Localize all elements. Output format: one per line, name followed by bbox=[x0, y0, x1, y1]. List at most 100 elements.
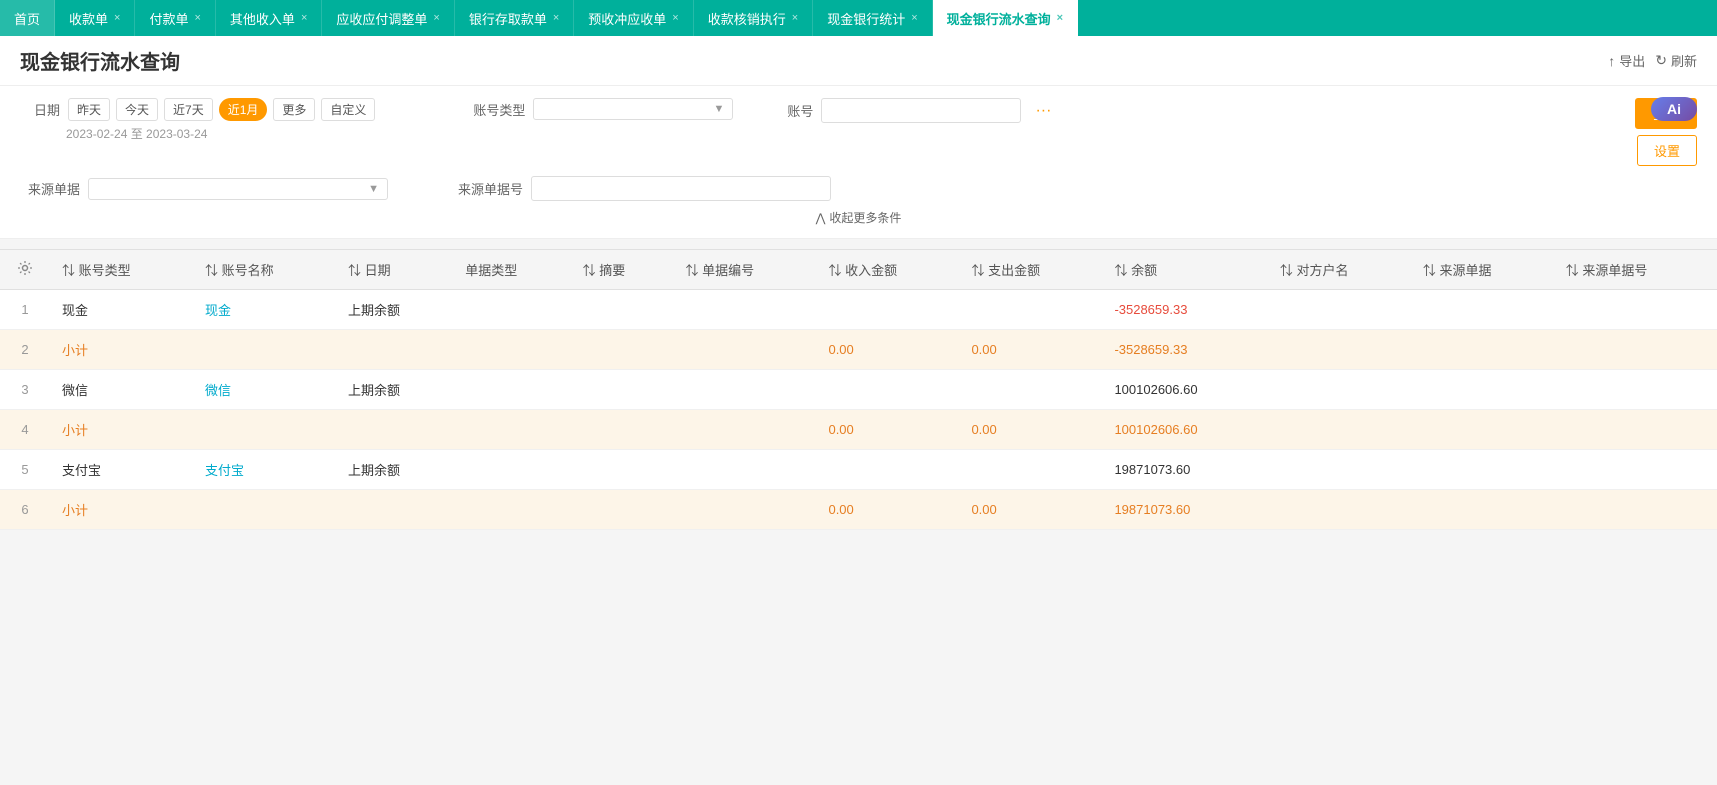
date-more[interactable]: 更多 bbox=[273, 98, 315, 121]
table-row: 4 小计 0.00 0.00 100102606.60 bbox=[0, 410, 1717, 450]
cell-summary bbox=[571, 330, 674, 370]
cell-expense: 0.00 bbox=[959, 330, 1102, 370]
nav-payment[interactable]: 付款单 × bbox=[135, 0, 215, 36]
ai-badge[interactable]: Ai bbox=[1651, 97, 1697, 121]
nav-advance-offset[interactable]: 预收冲应收单 × bbox=[574, 0, 693, 36]
cell-source-doc bbox=[1411, 370, 1554, 410]
nav-adjustment[interactable]: 应收应付调整单 × bbox=[322, 0, 454, 36]
date-custom[interactable]: 自定义 bbox=[321, 98, 375, 121]
nav-writeoff[interactable]: 收款核销执行 × bbox=[694, 0, 813, 36]
cell-source-doc bbox=[1411, 490, 1554, 530]
date-today[interactable]: 今天 bbox=[116, 98, 158, 121]
cell-id: 3 bbox=[0, 370, 50, 410]
refresh-button[interactable]: ↻ 刷新 bbox=[1655, 51, 1697, 70]
account-type-label: 账号类型 bbox=[465, 100, 525, 119]
cell-date bbox=[336, 330, 453, 370]
th-account-name[interactable]: ⇅ 账号名称 bbox=[193, 250, 336, 290]
collapse-icon: ⋀ bbox=[816, 211, 826, 225]
cell-source-doc bbox=[1411, 410, 1554, 450]
close-bank-stats-icon[interactable]: × bbox=[911, 12, 917, 24]
settings-button[interactable]: 设置 bbox=[1637, 135, 1697, 166]
th-gear[interactable] bbox=[0, 250, 50, 290]
nav-receipt[interactable]: 收款单 × bbox=[55, 0, 135, 36]
cell-counterpart bbox=[1268, 490, 1411, 530]
source-doc-no-input[interactable] bbox=[531, 176, 831, 201]
close-writeoff-icon[interactable]: × bbox=[792, 12, 798, 24]
cell-id: 5 bbox=[0, 450, 50, 490]
table-row: 6 小计 0.00 0.00 19871073.60 bbox=[0, 490, 1717, 530]
cell-expense bbox=[959, 450, 1102, 490]
cell-expense: 0.00 bbox=[959, 410, 1102, 450]
cell-source-doc bbox=[1411, 290, 1554, 330]
th-doc-type: 单据类型 bbox=[453, 250, 570, 290]
date-7days[interactable]: 近7天 bbox=[164, 98, 213, 121]
cell-counterpart bbox=[1268, 370, 1411, 410]
cell-counterpart bbox=[1268, 450, 1411, 490]
table-area: ⇅ 账号类型 ⇅ 账号名称 ⇅ 日期 单据类型 ⇅ 摘要 ⇅ 单据编号 ⇅ 收入… bbox=[0, 249, 1717, 530]
account-type-chevron-icon: ▼ bbox=[714, 103, 725, 115]
cell-expense bbox=[959, 290, 1102, 330]
cell-account-name bbox=[193, 410, 336, 450]
cell-doc-no bbox=[673, 290, 816, 330]
close-receipt-icon[interactable]: × bbox=[114, 12, 120, 24]
date-yesterday[interactable]: 昨天 bbox=[68, 98, 110, 121]
account-no-input[interactable] bbox=[821, 98, 1021, 123]
cell-account-type: 小计 bbox=[50, 490, 193, 530]
cell-source-doc-no bbox=[1554, 290, 1717, 330]
cell-date: 上期余额 bbox=[336, 290, 453, 330]
close-advance-offset-icon[interactable]: × bbox=[672, 12, 678, 24]
close-adjustment-icon[interactable]: × bbox=[433, 12, 439, 24]
source-doc-select[interactable]: ▼ bbox=[88, 178, 388, 200]
account-type-select[interactable]: ▼ bbox=[533, 98, 733, 120]
th-summary[interactable]: ⇅ 摘要 bbox=[571, 250, 674, 290]
nav-bank-stats[interactable]: 现金银行统计 × bbox=[813, 0, 932, 36]
table-row: 1 现金 现金 上期余额 -3528659.33 bbox=[0, 290, 1717, 330]
cell-account-name[interactable]: 现金 bbox=[193, 290, 336, 330]
nav-home[interactable]: 首页 bbox=[0, 0, 55, 36]
main-table: ⇅ 账号类型 ⇅ 账号名称 ⇅ 日期 单据类型 ⇅ 摘要 ⇅ 单据编号 ⇅ 收入… bbox=[0, 249, 1717, 530]
th-balance[interactable]: ⇅ 余额 bbox=[1102, 250, 1267, 290]
cell-account-type: 微信 bbox=[50, 370, 193, 410]
th-doc-no[interactable]: ⇅ 单据编号 bbox=[673, 250, 816, 290]
header-actions: ↑ 导出 ↻ 刷新 bbox=[1608, 51, 1697, 70]
nav-bank-deposit[interactable]: 银行存取款单 × bbox=[455, 0, 574, 36]
th-expense[interactable]: ⇅ 支出金额 bbox=[959, 250, 1102, 290]
cell-balance: 19871073.60 bbox=[1102, 490, 1267, 530]
cell-account-name[interactable]: 微信 bbox=[193, 370, 336, 410]
cell-balance: 100102606.60 bbox=[1102, 410, 1267, 450]
cell-doc-type bbox=[453, 290, 570, 330]
cell-doc-no bbox=[673, 370, 816, 410]
cell-account-name[interactable]: 支付宝 bbox=[193, 450, 336, 490]
nav-bank-flow[interactable]: 现金银行流水查询 × bbox=[933, 0, 1078, 36]
cell-source-doc bbox=[1411, 330, 1554, 370]
th-source-doc[interactable]: ⇅ 来源单据 bbox=[1411, 250, 1554, 290]
export-icon: ↑ bbox=[1608, 53, 1615, 69]
cell-doc-no bbox=[673, 410, 816, 450]
refresh-icon: ↻ bbox=[1655, 52, 1667, 69]
cell-balance: -3528659.33 bbox=[1102, 330, 1267, 370]
th-account-type[interactable]: ⇅ 账号类型 bbox=[50, 250, 193, 290]
close-payment-icon[interactable]: × bbox=[194, 12, 200, 24]
close-other-income-icon[interactable]: × bbox=[301, 12, 307, 24]
collapse-button[interactable]: ⋀ 收起更多条件 bbox=[816, 209, 902, 226]
nav-other-income[interactable]: 其他收入单 × bbox=[216, 0, 322, 36]
th-counterpart[interactable]: ⇅ 对方户名 bbox=[1268, 250, 1411, 290]
date-1month[interactable]: 近1月 bbox=[219, 98, 268, 121]
cell-source-doc bbox=[1411, 450, 1554, 490]
cell-date bbox=[336, 490, 453, 530]
date-label: 日期 bbox=[20, 100, 60, 119]
source-doc-no-label: 来源单据号 bbox=[458, 179, 523, 198]
close-bank-deposit-icon[interactable]: × bbox=[553, 12, 559, 24]
th-date[interactable]: ⇅ 日期 bbox=[336, 250, 453, 290]
cell-source-doc-no bbox=[1554, 330, 1717, 370]
close-bank-flow-icon[interactable]: × bbox=[1057, 12, 1063, 24]
export-button[interactable]: ↑ 导出 bbox=[1608, 51, 1645, 70]
filter-area: 日期 昨天 今天 近7天 近1月 更多 自定义 2023-02-24 至 202… bbox=[0, 86, 1717, 239]
th-income[interactable]: ⇅ 收入金额 bbox=[816, 250, 959, 290]
cell-doc-type bbox=[453, 490, 570, 530]
account-no-ellipsis[interactable]: ··· bbox=[1029, 100, 1057, 122]
cell-account-type: 小计 bbox=[50, 410, 193, 450]
th-source-doc-no[interactable]: ⇅ 来源单据号 bbox=[1554, 250, 1717, 290]
cell-source-doc-no bbox=[1554, 370, 1717, 410]
cell-income: 0.00 bbox=[816, 490, 959, 530]
